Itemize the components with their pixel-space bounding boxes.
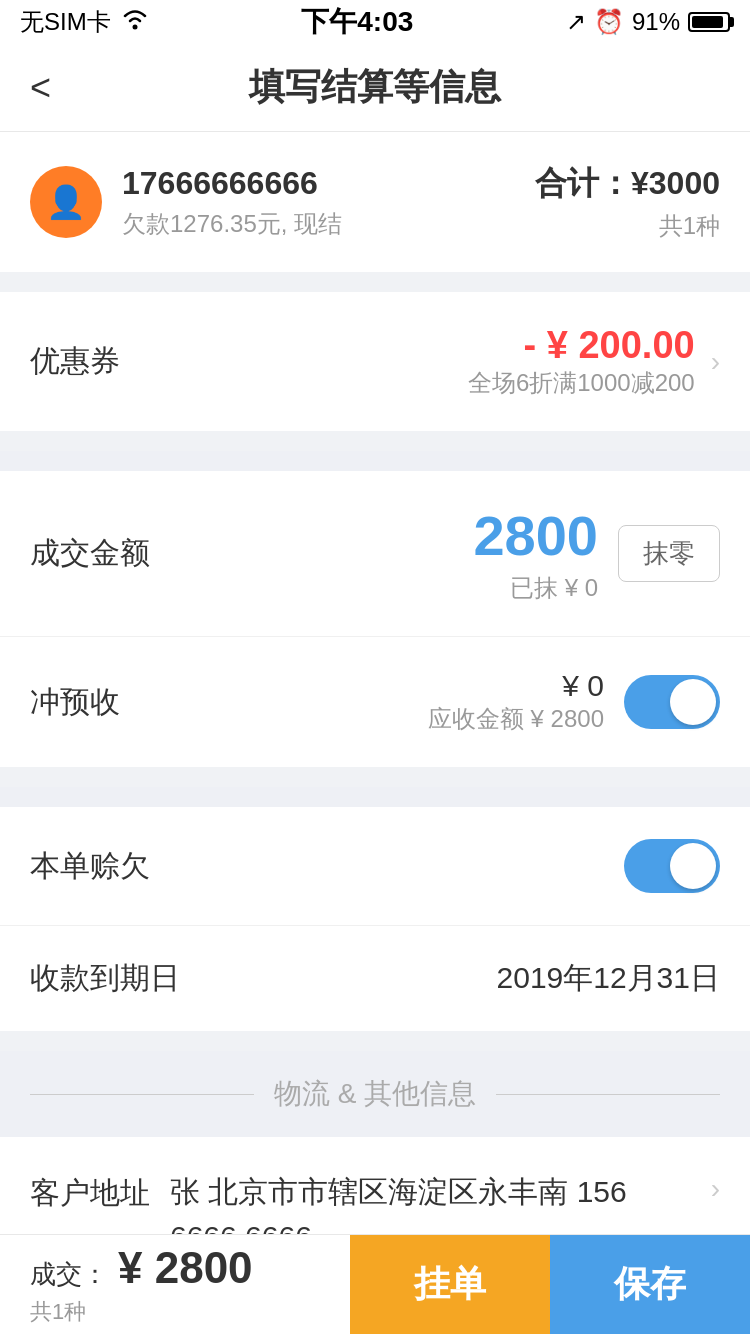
total-amount: 合计：¥3000 — [535, 162, 720, 206]
customer-total: 合计：¥3000 共1种 — [535, 162, 720, 242]
bottom-deal-label: 成交： — [30, 1257, 108, 1292]
divider-1 — [0, 451, 750, 471]
divider-2 — [0, 787, 750, 807]
total-count: 共1种 — [535, 210, 720, 242]
due-date-value: 2019年12月31日 — [497, 958, 720, 999]
wifi-icon — [121, 8, 149, 36]
logistics-header: 物流 & 其他信息 — [0, 1051, 750, 1137]
coupon-amount: - ¥ 200.00 — [468, 324, 695, 367]
back-button[interactable]: < — [30, 67, 90, 109]
coupon-desc: 全场6折满1000减200 — [468, 367, 695, 399]
prepaid-toggle[interactable] — [624, 675, 720, 729]
customer-debt: 欠款1276.35元, 现结 — [122, 208, 342, 240]
page-title: 填写结算等信息 — [90, 63, 660, 112]
pending-button[interactable]: 挂单 — [350, 1235, 550, 1335]
due-date-label: 收款到期日 — [30, 958, 180, 999]
round-zero-button[interactable]: 抹零 — [618, 525, 720, 582]
location-icon: ↗ — [566, 8, 586, 36]
prepaid-row: 冲预收 ¥ 0 应收金额 ¥ 2800 — [0, 637, 750, 767]
bottom-bar: 成交： ¥ 2800 共1种 挂单 保存 — [0, 1234, 750, 1334]
deal-amount-label: 成交金额 — [30, 533, 150, 574]
battery-icon — [688, 12, 730, 32]
avatar-icon: 👤 — [46, 183, 86, 221]
status-time: 下午4:03 — [301, 3, 413, 41]
address-chevron-icon: › — [711, 1169, 720, 1205]
battery-percent: 91% — [632, 8, 680, 36]
sim-label: 无SIM卡 — [20, 6, 111, 38]
status-bar: 无SIM卡 下午4:03 ↗ ⏰ 91% — [0, 0, 750, 44]
status-left: 无SIM卡 — [20, 6, 149, 38]
deal-amount-row: 成交金额 2800 已抹 ¥ 0 抹零 — [0, 471, 750, 637]
bottom-deal-amount: ¥ 2800 — [118, 1243, 253, 1293]
svg-point-0 — [132, 25, 137, 30]
deal-amount-value: 2800 — [473, 503, 598, 568]
logistics-label: 物流 & 其他信息 — [274, 1075, 476, 1113]
credit-toggle[interactable] — [624, 839, 720, 893]
customer-card: 👤 17666666666 欠款1276.35元, 现结 合计：¥3000 共1… — [0, 132, 750, 272]
credit-section: 本单赊欠 收款到期日 2019年12月31日 — [0, 807, 750, 1031]
bottom-count: 共1种 — [30, 1297, 320, 1327]
credit-row: 本单赊欠 — [0, 807, 750, 926]
prepaid-label: 冲预收 — [30, 682, 120, 723]
prepaid-value: ¥ 0 — [428, 669, 604, 703]
customer-info: 17666666666 欠款1276.35元, 现结 — [122, 165, 342, 240]
nav-bar: < 填写结算等信息 — [0, 44, 750, 132]
coupon-label: 优惠券 — [30, 341, 120, 382]
coupon-row[interactable]: 优惠券 - ¥ 200.00 全场6折满1000减200 › — [0, 292, 750, 431]
alarm-icon: ⏰ — [594, 8, 624, 36]
chevron-right-icon: › — [711, 346, 720, 378]
address-label: 客户地址 — [30, 1169, 150, 1214]
deal-section: 成交金额 2800 已抹 ¥ 0 抹零 冲预收 ¥ 0 应收金额 ¥ 2800 — [0, 471, 750, 767]
customer-phone: 17666666666 — [122, 165, 342, 202]
coupon-section: 优惠券 - ¥ 200.00 全场6折满1000减200 › — [0, 292, 750, 431]
bottom-summary: 成交： ¥ 2800 共1种 — [0, 1243, 350, 1327]
credit-label: 本单赊欠 — [30, 846, 150, 887]
avatar: 👤 — [30, 166, 102, 238]
due-date-row: 收款到期日 2019年12月31日 — [0, 926, 750, 1031]
save-button[interactable]: 保存 — [550, 1235, 750, 1335]
prepaid-sub: 应收金额 ¥ 2800 — [428, 703, 604, 735]
status-right: ↗ ⏰ 91% — [566, 8, 730, 36]
deal-amount-sub: 已抹 ¥ 0 — [473, 572, 598, 604]
